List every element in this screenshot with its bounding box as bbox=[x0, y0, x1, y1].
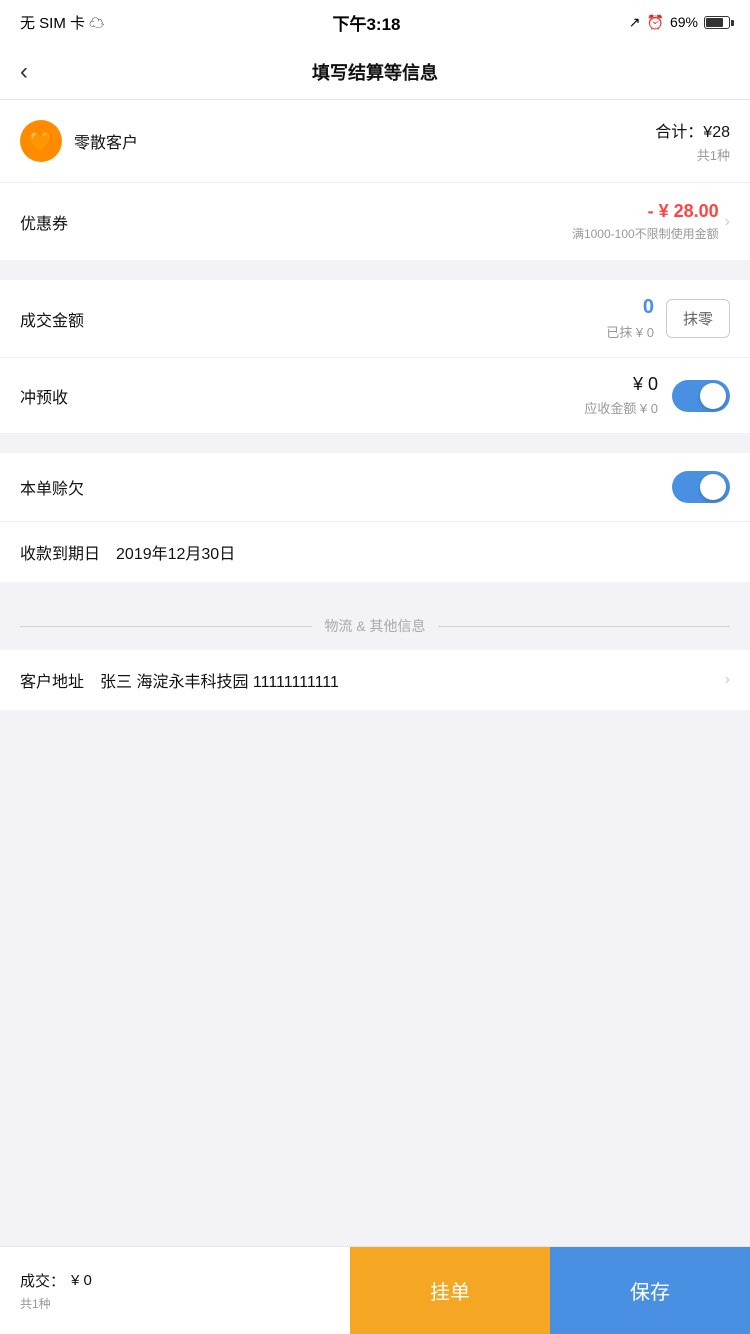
coupon-amount: - ¥ 28.00 bbox=[572, 201, 719, 222]
round-zero-button[interactable]: 抹零 bbox=[666, 299, 730, 338]
status-time: 下午3:18 bbox=[332, 10, 400, 35]
bottom-deal-row: 成交： ¥ 0 bbox=[20, 1270, 330, 1291]
address-chevron-icon: › bbox=[725, 671, 730, 689]
page-title: 填写结算等信息 bbox=[312, 59, 438, 85]
debt-section: 本单赊欠 收款到期日 2019年12月30日 bbox=[0, 453, 750, 582]
coupon-info: - ¥ 28.00 满1000-100不限制使用金额 bbox=[572, 201, 719, 242]
due-date-value: 2019年12月30日 bbox=[116, 540, 235, 564]
save-button[interactable]: 保存 bbox=[550, 1247, 750, 1334]
bottom-count: 共1种 bbox=[20, 1295, 330, 1312]
bottom-bar: 成交： ¥ 0 共1种 挂单 保存 bbox=[0, 1246, 750, 1334]
customer-info: 🧡 零散客户 bbox=[20, 120, 138, 162]
content-area: 🧡 零散客户 合计：¥28 共1种 优惠券 - ¥ 28.00 满1000-10… bbox=[0, 100, 750, 1010]
divider-2 bbox=[0, 443, 750, 453]
deal-value-wrap: 0 已抹 ¥ 0 bbox=[606, 296, 654, 341]
debt-toggle-knob bbox=[700, 474, 726, 500]
divider-3 bbox=[0, 592, 750, 602]
address-left: 客户地址 张三 海淀永丰科技园 11111111111 bbox=[20, 668, 339, 692]
due-date-row: 收款到期日 2019年12月30日 bbox=[0, 521, 750, 582]
deal-right: 0 已抹 ¥ 0 抹零 bbox=[606, 296, 730, 341]
total-amount: 合计：¥28 bbox=[655, 118, 730, 142]
customer-row: 🧡 零散客户 合计：¥28 共1种 bbox=[0, 100, 750, 182]
logistics-text: 物流 & 其他信息 bbox=[324, 616, 425, 636]
status-right: ↗ ⏰ 69% bbox=[629, 14, 730, 31]
status-bar: 无 SIM 卡 ☁ 下午3:18 ↗ ⏰ 69% bbox=[0, 0, 750, 44]
deal-sub: 已抹 ¥ 0 bbox=[606, 322, 654, 341]
deal-value: 0 bbox=[606, 296, 654, 319]
sim-label: 无 SIM 卡 ☁ bbox=[20, 12, 104, 33]
deal-amount-row: 成交金额 0 已抹 ¥ 0 抹零 bbox=[0, 280, 750, 358]
logistics-line-left bbox=[20, 626, 312, 627]
nav-bar: ‹ 填写结算等信息 bbox=[0, 44, 750, 100]
logistics-line-right bbox=[438, 626, 730, 627]
customer-section: 🧡 零散客户 合计：¥28 共1种 优惠券 - ¥ 28.00 满1000-10… bbox=[0, 100, 750, 260]
alarm-icon: ⏰ bbox=[647, 14, 664, 31]
address-row[interactable]: 客户地址 张三 海淀永丰科技园 11111111111 › bbox=[0, 650, 750, 710]
deal-amount-label: 成交金额 bbox=[20, 307, 84, 331]
customer-totals: 合计：¥28 共1种 bbox=[655, 118, 730, 164]
coupon-right: - ¥ 28.00 满1000-100不限制使用金额 › bbox=[572, 201, 730, 242]
coupon-label: 优惠券 bbox=[20, 210, 68, 234]
due-date-label: 收款到期日 bbox=[20, 540, 100, 564]
back-button[interactable]: ‹ bbox=[20, 58, 28, 86]
location-icon: ↗ bbox=[629, 14, 641, 31]
prepay-toggle[interactable] bbox=[672, 380, 730, 412]
coupon-desc: 满1000-100不限制使用金额 bbox=[572, 225, 719, 242]
avatar-icon: 🧡 bbox=[29, 129, 54, 154]
deal-section: 成交金额 0 已抹 ¥ 0 抹零 冲预收 ¥ 0 应收金额 ¥ 0 bbox=[0, 280, 750, 433]
bottom-deal-label: 成交： bbox=[20, 1270, 65, 1291]
prepay-sub: 应收金额 ¥ 0 bbox=[584, 398, 658, 417]
bottom-deal-amount: ¥ 0 bbox=[71, 1272, 92, 1289]
address-key: 客户地址 bbox=[20, 668, 84, 692]
battery-icon bbox=[704, 16, 730, 29]
debt-label: 本单赊欠 bbox=[20, 475, 84, 499]
hang-button[interactable]: 挂单 bbox=[350, 1247, 550, 1334]
prepay-values: ¥ 0 应收金额 ¥ 0 bbox=[584, 374, 658, 417]
address-value: 张三 海淀永丰科技园 11111111111 bbox=[100, 668, 339, 692]
status-left: 无 SIM 卡 ☁ bbox=[20, 12, 104, 33]
coupon-row[interactable]: 优惠券 - ¥ 28.00 满1000-100不限制使用金额 › bbox=[0, 182, 750, 260]
toggle-knob bbox=[700, 383, 726, 409]
logistics-header: 物流 & 其他信息 bbox=[0, 602, 750, 650]
battery-percent: 69% bbox=[670, 14, 698, 30]
divider-4 bbox=[0, 720, 750, 920]
total-count: 共1种 bbox=[655, 145, 730, 164]
prepay-row: 冲预收 ¥ 0 应收金额 ¥ 0 bbox=[0, 358, 750, 433]
debt-row: 本单赊欠 bbox=[0, 453, 750, 521]
debt-toggle[interactable] bbox=[672, 471, 730, 503]
prepay-right: ¥ 0 应收金额 ¥ 0 bbox=[584, 374, 730, 417]
address-section: 客户地址 张三 海淀永丰科技园 11111111111 › bbox=[0, 650, 750, 710]
coupon-chevron-icon: › bbox=[725, 213, 730, 231]
prepay-label: 冲预收 bbox=[20, 384, 68, 408]
customer-avatar: 🧡 bbox=[20, 120, 62, 162]
prepay-amount: ¥ 0 bbox=[584, 374, 658, 395]
customer-name: 零散客户 bbox=[74, 129, 138, 153]
divider-1 bbox=[0, 270, 750, 280]
bottom-summary: 成交： ¥ 0 共1种 bbox=[0, 1270, 350, 1312]
